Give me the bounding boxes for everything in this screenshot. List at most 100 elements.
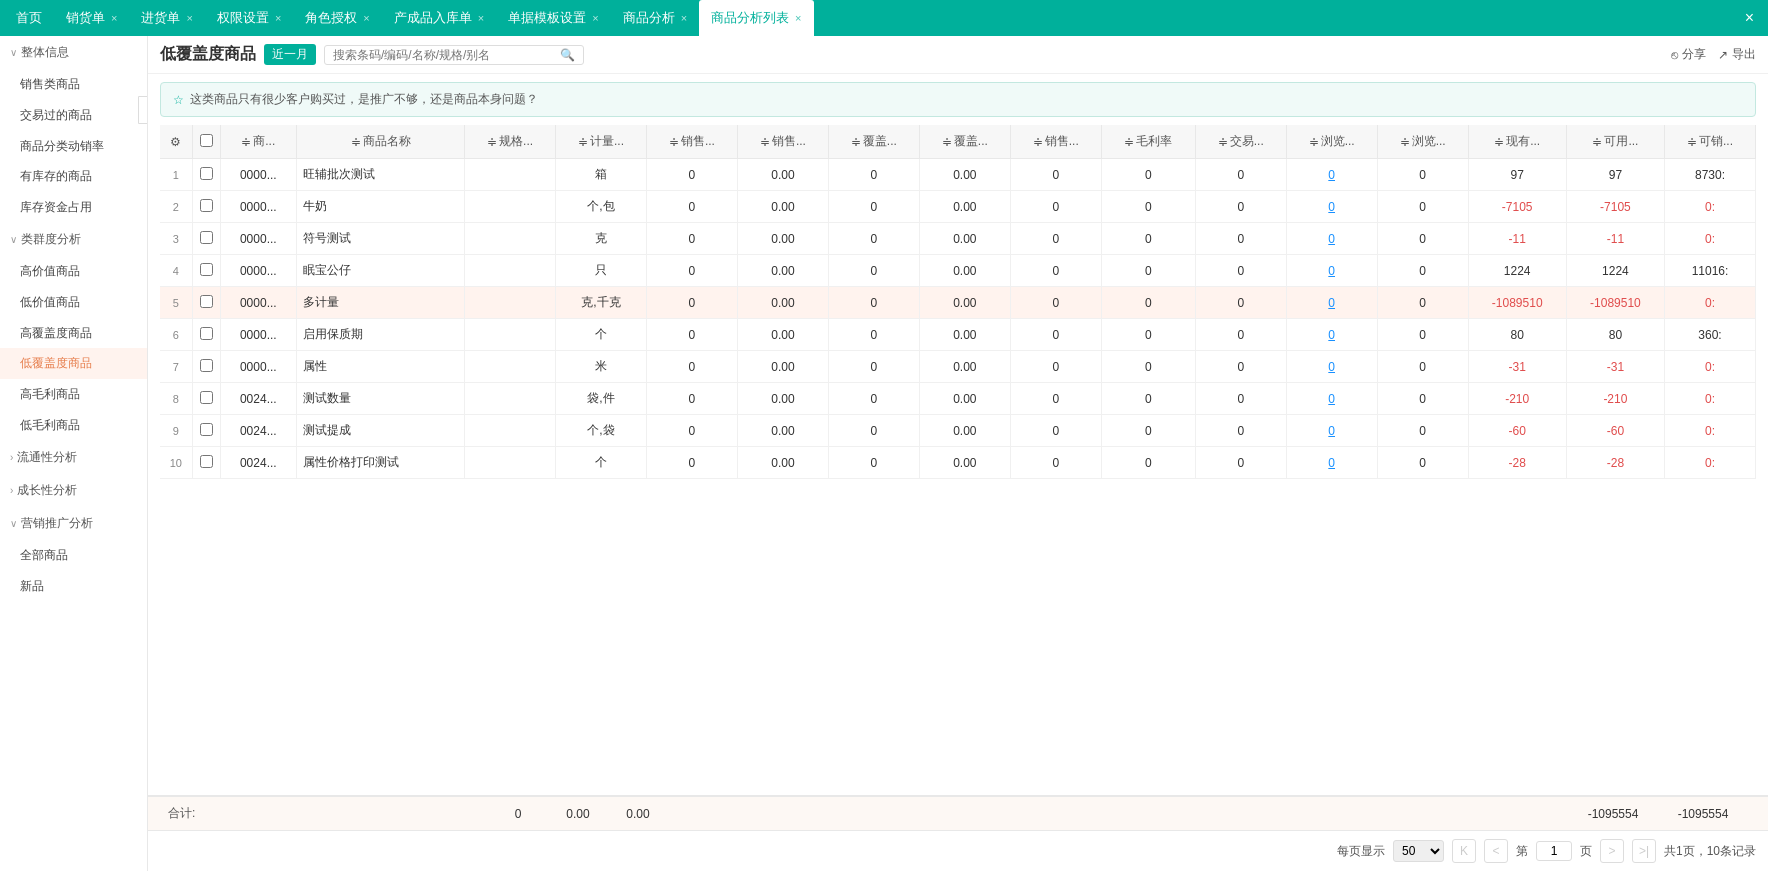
row-checkbox-cell[interactable] — [192, 319, 220, 351]
row-checkbox-cell[interactable] — [192, 191, 220, 223]
close-all-button[interactable]: × — [1735, 9, 1764, 27]
row-browse1[interactable]: 0 — [1286, 447, 1377, 479]
sidebar-section-overall[interactable]: ∨ 整体信息 — [0, 36, 147, 69]
close-icon[interactable]: × — [795, 12, 801, 24]
col-checkbox[interactable] — [192, 125, 220, 159]
row-browse1[interactable]: 0 — [1286, 287, 1377, 319]
row-unit: 个 — [556, 319, 647, 351]
row-settings: 8 — [160, 383, 192, 415]
row-settings: 4 — [160, 255, 192, 287]
sidebar-item-low-coverage[interactable]: 低覆盖度商品 — [0, 348, 147, 379]
first-page-button[interactable]: K — [1452, 839, 1476, 863]
nav-tab-goods-analysis[interactable]: 商品分析 × — [611, 0, 699, 36]
sidebar-item-in-stock[interactable]: 有库存的商品 — [0, 161, 147, 192]
sidebar-item-category-rate[interactable]: 商品分类动销率 — [0, 131, 147, 162]
sidebar-item-stock-capital[interactable]: 库存资金占用 — [0, 192, 147, 223]
share-button[interactable]: ⎋ 分享 — [1671, 46, 1706, 63]
nav-tab-permissions[interactable]: 权限设置 × — [205, 0, 293, 36]
sidebar-collapse-button[interactable]: 《 — [138, 96, 148, 124]
row-checkbox[interactable] — [200, 423, 213, 436]
search-icon[interactable]: 🔍 — [560, 48, 575, 62]
row-checkbox[interactable] — [200, 231, 213, 244]
sidebar-item-high-profit[interactable]: 高毛利商品 — [0, 379, 147, 410]
next-page-button[interactable]: > — [1600, 839, 1624, 863]
row-coverage1: 0 — [828, 383, 919, 415]
row-browse1[interactable]: 0 — [1286, 351, 1377, 383]
row-gross-margin: 0 — [1101, 159, 1195, 191]
sidebar-item-high-coverage[interactable]: 高覆盖度商品 — [0, 318, 147, 349]
row-checkbox-cell[interactable] — [192, 223, 220, 255]
close-icon[interactable]: × — [478, 12, 484, 24]
sidebar-item-traded-goods[interactable]: 交易过的商品 — [0, 100, 147, 131]
row-sales-amt: 0.00 — [737, 223, 828, 255]
close-icon[interactable]: × — [363, 12, 369, 24]
nav-tab-sales[interactable]: 销货单 × — [54, 0, 129, 36]
time-badge[interactable]: 近一月 — [264, 44, 316, 65]
row-sales-qty: 0 — [646, 383, 737, 415]
select-all-checkbox[interactable] — [200, 134, 213, 147]
row-browse1[interactable]: 0 — [1286, 255, 1377, 287]
sidebar-item-all-goods[interactable]: 全部商品 — [0, 540, 147, 571]
sidebar-section-marketing[interactable]: ∨ 营销推广分析 — [0, 507, 147, 540]
row-browse1[interactable]: 0 — [1286, 415, 1377, 447]
row-trade: 0 — [1195, 383, 1286, 415]
close-icon[interactable]: × — [592, 12, 598, 24]
row-checkbox[interactable] — [200, 263, 213, 276]
row-checkbox[interactable] — [200, 455, 213, 468]
row-available-stock: -31 — [1566, 351, 1664, 383]
row-checkbox[interactable] — [200, 199, 213, 212]
chevron-right-icon: › — [10, 485, 13, 496]
export-button[interactable]: ↗ 导出 — [1718, 46, 1756, 63]
row-browse1[interactable]: 0 — [1286, 319, 1377, 351]
row-checkbox-cell[interactable] — [192, 383, 220, 415]
row-checkbox[interactable] — [200, 327, 213, 340]
row-checkbox[interactable] — [200, 359, 213, 372]
nav-tab-purchase[interactable]: 进货单 × — [129, 0, 204, 36]
row-checkbox-cell[interactable] — [192, 159, 220, 191]
nav-tab-product-warehouse[interactable]: 产成品入库单 × — [382, 0, 496, 36]
row-checkbox[interactable] — [200, 391, 213, 404]
close-icon[interactable]: × — [111, 12, 117, 24]
sidebar-section-growth[interactable]: › 成长性分析 — [0, 474, 147, 507]
row-checkbox-cell[interactable] — [192, 287, 220, 319]
row-sales-rate: 0 — [1010, 255, 1101, 287]
sidebar-item-sales-goods[interactable]: 销售类商品 — [0, 69, 147, 100]
page-input[interactable] — [1536, 841, 1572, 861]
nav-tab-roles[interactable]: 角色授权 × — [293, 0, 381, 36]
sidebar-item-low-profit[interactable]: 低毛利商品 — [0, 410, 147, 441]
search-input[interactable] — [333, 48, 556, 62]
row-settings: 3 — [160, 223, 192, 255]
per-page-select[interactable]: 50 20 100 200 — [1393, 840, 1444, 862]
close-icon[interactable]: × — [681, 12, 687, 24]
col-name: ≑商品名称 — [297, 125, 465, 159]
row-browse1[interactable]: 0 — [1286, 383, 1377, 415]
row-browse1[interactable]: 0 — [1286, 159, 1377, 191]
close-icon[interactable]: × — [186, 12, 192, 24]
row-checkbox[interactable] — [200, 295, 213, 308]
row-browse1[interactable]: 0 — [1286, 191, 1377, 223]
row-code: 0000... — [220, 255, 297, 287]
row-checkbox[interactable] — [200, 167, 213, 180]
col-settings[interactable]: ⚙ — [160, 125, 192, 159]
sidebar-item-high-value[interactable]: 高价值商品 — [0, 256, 147, 287]
row-browse2: 0 — [1377, 351, 1468, 383]
row-checkbox-cell[interactable] — [192, 415, 220, 447]
row-checkbox-cell[interactable] — [192, 447, 220, 479]
sidebar-item-new-goods[interactable]: 新品 — [0, 571, 147, 602]
row-checkbox-cell[interactable] — [192, 255, 220, 287]
sidebar-item-low-value[interactable]: 低价值商品 — [0, 287, 147, 318]
table-row: 8 0024... 测试数量 袋,件 0 0.00 0 0.00 0 0 0 0… — [160, 383, 1756, 415]
close-icon[interactable]: × — [275, 12, 281, 24]
nav-tab-goods-analysis-list[interactable]: 商品分析列表 × — [699, 0, 813, 36]
nav-tab-template[interactable]: 单据模板设置 × — [496, 0, 610, 36]
row-gross-margin: 0 — [1101, 255, 1195, 287]
nav-tab-home[interactable]: 首页 — [4, 0, 54, 36]
row-checkbox-cell[interactable] — [192, 351, 220, 383]
row-saleable: 360: — [1664, 319, 1755, 351]
last-page-button[interactable]: >| — [1632, 839, 1656, 863]
row-sales-rate: 0 — [1010, 319, 1101, 351]
sidebar-section-liquidity[interactable]: › 流通性分析 — [0, 441, 147, 474]
prev-page-button[interactable]: < — [1484, 839, 1508, 863]
sidebar-section-cluster[interactable]: ∨ 类群度分析 — [0, 223, 147, 256]
row-browse1[interactable]: 0 — [1286, 223, 1377, 255]
